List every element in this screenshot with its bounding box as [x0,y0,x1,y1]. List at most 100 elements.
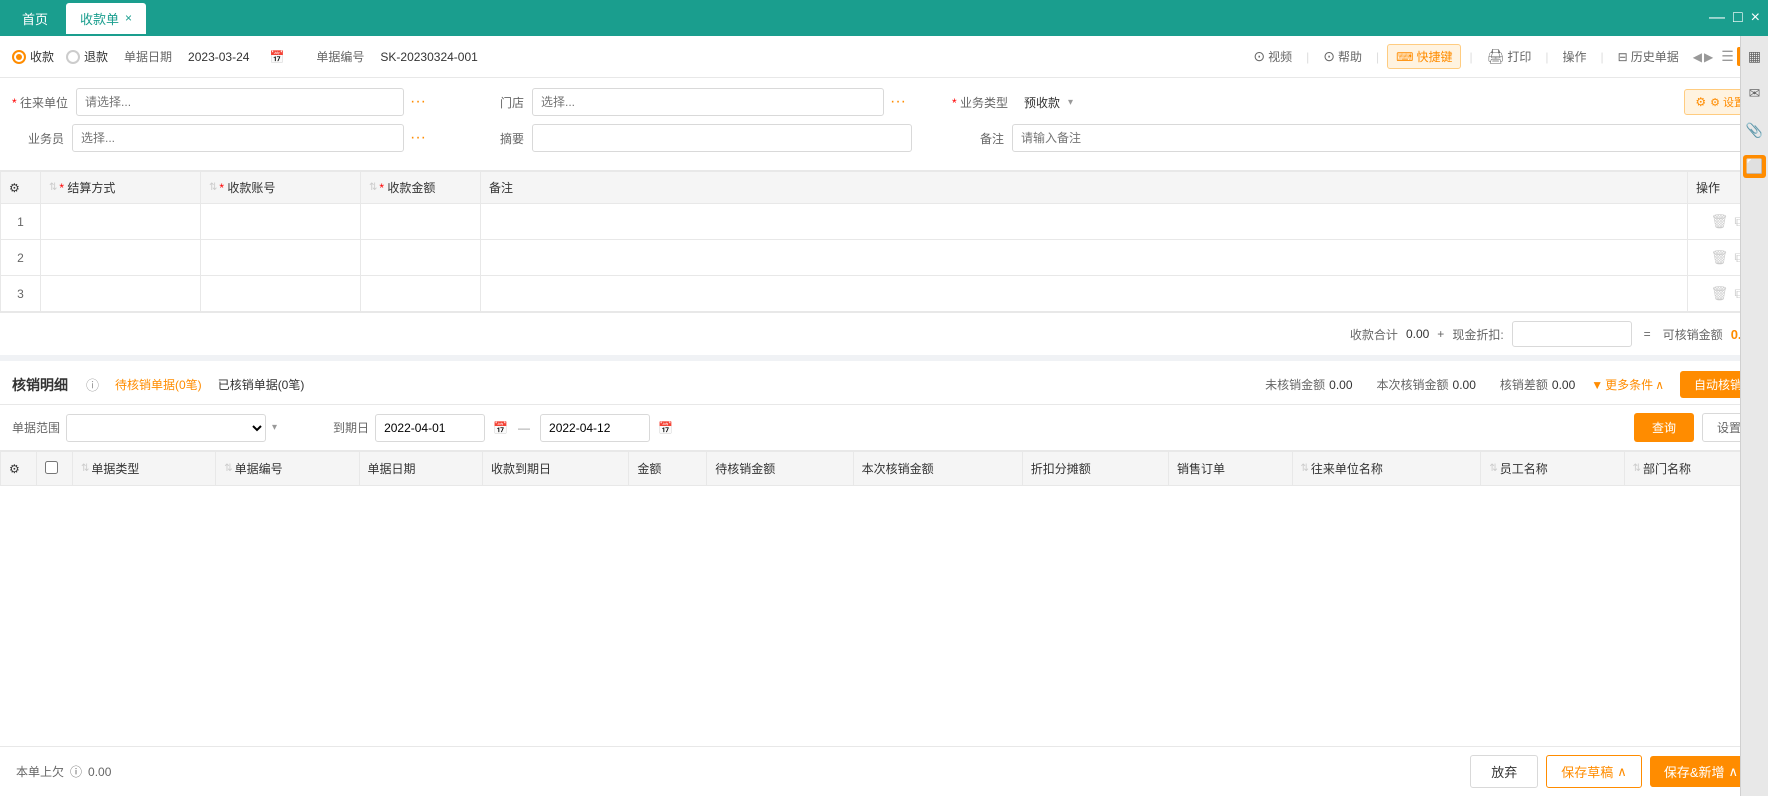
list-view-icon[interactable]: ☰ [1721,48,1734,65]
th-shoukuan-amount: ⇅ 收款金额 [361,172,481,204]
radio-tuikuan-label: 退款 [84,48,108,65]
diff-label: 核销差额 [1500,376,1548,393]
filter-range-chevron[interactable]: ▾ [272,422,277,433]
query-btn[interactable]: 查询 [1634,413,1694,442]
row2-shoukuan-input[interactable] [201,240,360,275]
tab-bar-right: — □ × [1709,9,1760,27]
window-close-icon[interactable]: × [1751,9,1760,27]
tab-active-label: 收款单 [80,9,119,28]
sidebar-mail-icon[interactable]: ✉ [1745,81,1765,106]
filter-group-range: 单据范围 ▾ [12,414,277,442]
current-label: 本次核销金额 [1377,376,1449,393]
save-new-btn[interactable]: 保存&新增 ∧ [1650,756,1752,787]
table-row: 3 🗑 ⧉ [1,276,1768,312]
save-draft-chevron[interactable]: ∧ [1617,764,1627,780]
table-row: 2 🗑 ⧉ [1,240,1768,276]
help-icon: ⊙ [1323,48,1335,65]
save-new-chevron[interactable]: ∧ [1728,764,1738,780]
row2-beizhu-input[interactable] [481,240,1687,275]
print-btn[interactable]: 🖨 打印 [1481,45,1538,68]
due-date-from-input[interactable] [375,414,485,442]
staff-input[interactable] [72,124,404,152]
discount-input[interactable] [1512,321,1632,347]
summary-row: 收款合计 0.00 + 现金折扣: = 可核销金额 0.00 [0,312,1768,355]
hexiao-pending-tab[interactable]: 待核销单据(0笔) [115,376,202,393]
filter-range-select[interactable] [66,414,266,442]
calendar-icon[interactable]: 📅 [269,50,284,64]
window-max-icon[interactable]: □ [1733,9,1743,27]
due-date-to-input[interactable] [540,414,650,442]
row2-amount-input[interactable] [361,240,480,275]
sidebar-camera-icon[interactable]: ⬜ [1743,155,1766,178]
operate-btn[interactable]: 操作 [1557,45,1593,68]
help-btn[interactable]: ⊙ 帮助 [1317,45,1368,68]
row3-jiesuan-input[interactable] [41,276,200,311]
radio-dot-tuikuan [66,50,80,64]
radio-shoukuan[interactable]: 收款 [12,48,54,65]
th-checkbox-bottom[interactable] [37,452,73,486]
history-icon: ⊟ [1618,50,1628,64]
select-all-checkbox[interactable] [45,461,58,474]
th-gear[interactable]: ⚙ [1,172,41,204]
sidebar-clip-icon[interactable]: 📎 [1742,118,1767,143]
counterparty-input[interactable] [76,88,404,116]
summary-input[interactable] [532,124,912,152]
tab-active[interactable]: 收款单 × [66,3,146,34]
th-gear-bottom[interactable]: ⚙ [1,452,37,486]
row2-jiesuan-input[interactable] [41,240,200,275]
footer-info-icon[interactable]: ⓘ [70,763,82,780]
hexiao-done-tab[interactable]: 已核销单据(0笔) [218,376,305,393]
remark-input[interactable] [1012,124,1756,152]
biztype-chevron[interactable]: ▾ [1068,97,1073,108]
row1-delete-icon[interactable]: 🗑 [1711,213,1729,230]
store-label: 门店 [472,94,532,111]
th-current-amount: 本次核销金额 [853,452,1022,486]
row3-delete-icon[interactable]: 🗑 [1711,285,1729,302]
row2-delete-icon[interactable]: 🗑 [1711,249,1729,266]
hexiao-info-icon[interactable]: ⓘ [86,375,99,394]
row3-amount-input[interactable] [361,276,480,311]
radio-dot-shoukuan [12,50,26,64]
footer: 本单上欠 ⓘ 0.00 放弃 保存草稿 ∧ 保存&新增 ∧ [0,746,1768,796]
tab-close-icon[interactable]: × [125,11,132,25]
filter-group-date: 到期日 📅 — 📅 [333,414,673,442]
date-value: 2023-03-24 [188,50,249,64]
abandon-btn[interactable]: 放弃 [1470,755,1538,788]
history-btn[interactable]: ⊟ 历史单据 [1612,45,1685,68]
form-row-2: 业务员 ··· 摘要 备注 [12,124,1756,152]
table-section: ⚙ ⇅ 结算方式 ⇅ 收款账号 [0,171,1768,312]
shortcut-btn[interactable]: ⌨ 快捷键 [1387,44,1461,69]
save-draft-btn[interactable]: 保存草稿 ∧ [1546,755,1642,788]
current-value: 0.00 [1453,378,1476,392]
filter-range-label: 单据范围 [12,419,60,436]
biztype-label: 业务类型 [952,94,1016,111]
row1-jiesuan-input[interactable] [41,204,200,239]
row3-beizhu-input[interactable] [481,276,1687,311]
data-table: ⚙ ⇅ 结算方式 ⇅ 收款账号 [0,171,1768,312]
tab-home[interactable]: 首页 [8,3,62,34]
sidebar-table-icon[interactable]: ▦ [1744,44,1765,69]
row1-amount-input[interactable] [361,204,480,239]
next-arrow[interactable]: ▶ [1704,50,1713,64]
more-conditions-btn[interactable]: ▼ 更多条件 ∧ [1591,376,1664,393]
hexiao-done-label: 已核销单据(0笔) [218,376,305,393]
row1-shoukuan-input[interactable] [201,204,360,239]
radio-tuikuan[interactable]: 退款 [66,48,108,65]
counterparty-dots[interactable]: ··· [404,94,432,110]
radio-shoukuan-label: 收款 [30,48,54,65]
store-dots[interactable]: ··· [884,94,912,110]
staff-dots[interactable]: ··· [404,130,432,146]
th-amount: 金额 [629,452,707,486]
video-btn[interactable]: ⊙ 视频 [1247,45,1298,68]
cal-from-icon[interactable]: 📅 [493,421,508,435]
th-sales-order: 销售订单 [1169,452,1293,486]
window-min-icon[interactable]: — [1709,9,1725,27]
store-input[interactable] [532,88,884,116]
uncleared-stat: 未核销金额 0.00 [1265,376,1352,393]
right-sidebar: ▦ ✉ 📎 ⬜ [1740,36,1768,796]
row3-shoukuan-input[interactable] [201,276,360,311]
prev-arrow[interactable]: ◀ [1693,50,1702,64]
counterparty-group: 往来单位 ··· [12,88,432,116]
cal-to-icon[interactable]: 📅 [658,421,673,435]
row1-beizhu-input[interactable] [481,204,1687,239]
